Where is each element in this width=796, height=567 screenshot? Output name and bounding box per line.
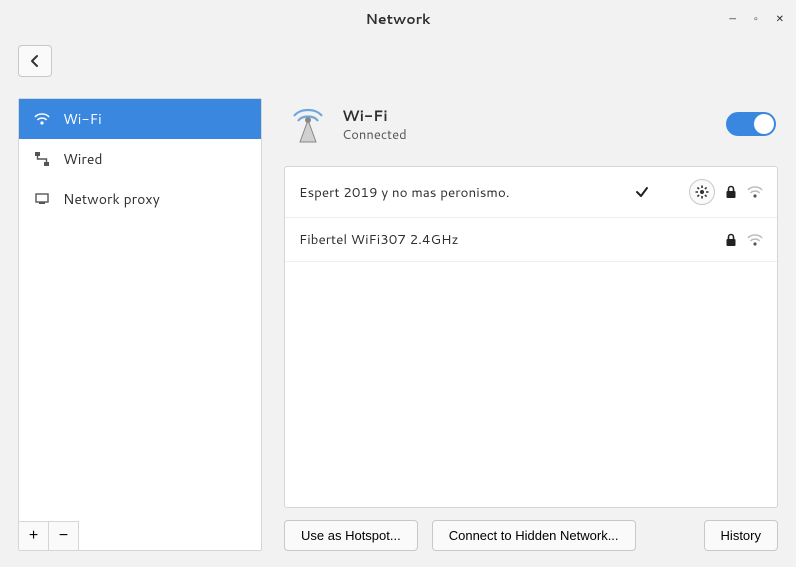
wifi-antenna-icon	[286, 102, 330, 146]
toggle-knob	[754, 114, 774, 134]
network-name: Espert 2019 y no mas peronismo.	[299, 183, 625, 202]
gear-icon	[695, 185, 709, 199]
chevron-left-icon	[30, 54, 40, 68]
maximize-button[interactable]: ▫	[754, 12, 758, 26]
check-icon	[635, 185, 649, 199]
page-title: Wi-Fi	[342, 105, 714, 126]
main-titles: Wi-Fi Connected	[342, 105, 714, 144]
back-button[interactable]	[18, 45, 52, 77]
sidebar-item-wifi[interactable]: Wi-Fi	[19, 99, 261, 139]
connection-status: Connected	[342, 126, 714, 144]
wifi-icon	[33, 112, 51, 126]
hotspot-button[interactable]: Use as Hotspot...	[284, 520, 418, 551]
sidebar-item-label: Network proxy	[63, 189, 160, 209]
close-button[interactable]: ✕	[776, 12, 784, 26]
sidebar-item-label: Wi-Fi	[63, 109, 102, 129]
main-header: Wi-Fi Connected	[284, 98, 778, 154]
remove-connection-button[interactable]: −	[49, 522, 79, 550]
minimize-button[interactable]: —	[729, 12, 736, 26]
wifi-toggle[interactable]	[726, 112, 776, 136]
window-controls: — ▫ ✕	[729, 0, 784, 38]
bottom-button-row: Use as Hotspot... Connect to Hidden Netw…	[284, 520, 778, 551]
window-title: Network	[365, 9, 430, 29]
add-connection-button[interactable]: +	[19, 522, 49, 550]
main-panel: Wi-Fi Connected Espert 2019 y no mas per…	[284, 98, 778, 551]
network-settings-button[interactable]	[689, 179, 715, 205]
sidebar-item-proxy[interactable]: Network proxy	[19, 179, 261, 219]
proxy-icon	[33, 192, 51, 206]
header-row	[0, 38, 796, 84]
lock-icon	[725, 233, 737, 247]
signal-icon	[747, 233, 763, 247]
sidebar-footer: + −	[19, 521, 79, 550]
content-area: Wi-Fi Wired Network proxy + −	[0, 84, 796, 567]
sidebar: Wi-Fi Wired Network proxy + −	[18, 98, 262, 551]
signal-icon	[747, 185, 763, 199]
network-row[interactable]: Fibertel WiFi307 2.4GHz	[285, 218, 777, 262]
wired-icon	[33, 151, 51, 167]
network-list: Espert 2019 y no mas peronismo. Fibertel…	[284, 166, 778, 508]
network-row[interactable]: Espert 2019 y no mas peronismo.	[285, 167, 777, 218]
lock-icon	[725, 185, 737, 199]
titlebar: Network — ▫ ✕	[0, 0, 796, 38]
history-button[interactable]: History	[704, 520, 778, 551]
sidebar-item-wired[interactable]: Wired	[19, 139, 261, 179]
connect-hidden-button[interactable]: Connect to Hidden Network...	[432, 520, 636, 551]
sidebar-item-label: Wired	[63, 149, 103, 169]
network-name: Fibertel WiFi307 2.4GHz	[299, 230, 715, 249]
sidebar-list: Wi-Fi Wired Network proxy	[19, 99, 261, 521]
